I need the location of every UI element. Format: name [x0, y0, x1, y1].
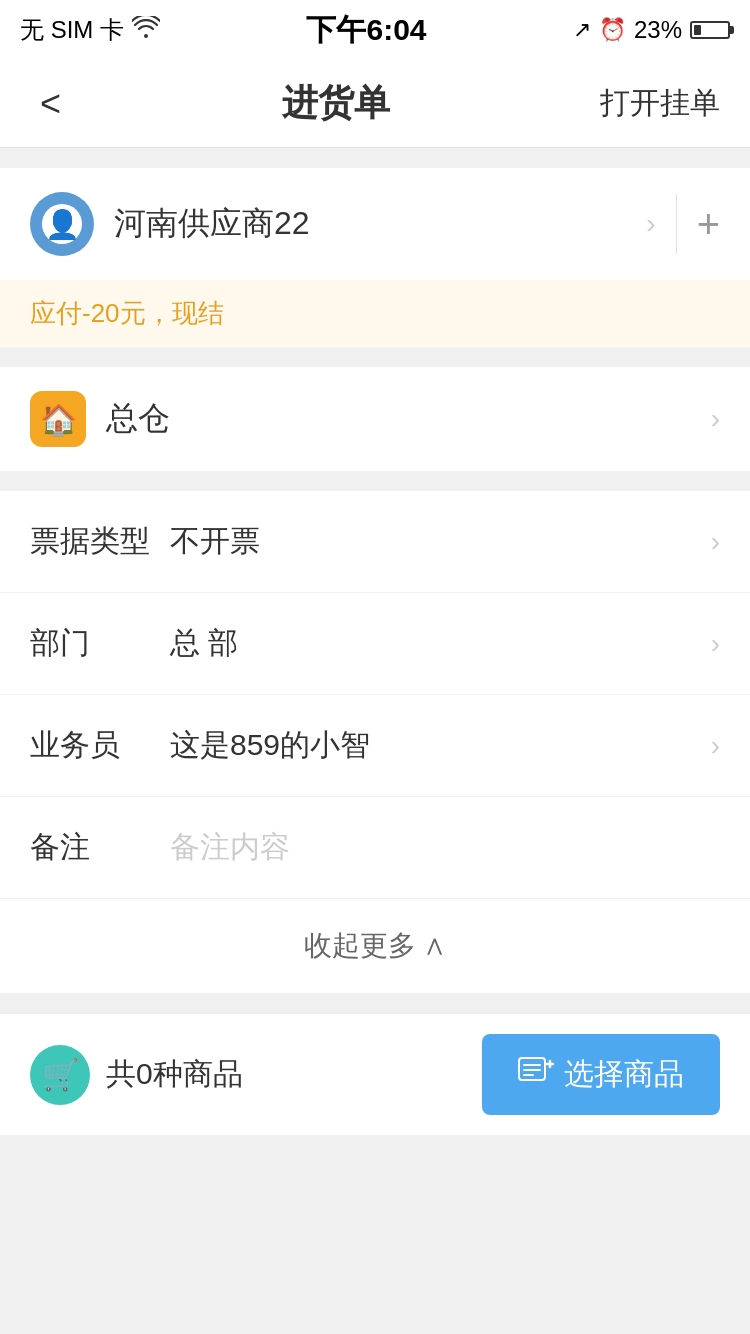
battery-icon: [690, 21, 730, 39]
product-icon: 🛒: [42, 1057, 79, 1092]
nav-bar: < 进货单 打开挂单: [0, 60, 750, 148]
warehouse-icon: 🏠: [40, 402, 77, 437]
product-count-wrap: 🛒 共0种商品: [30, 1045, 243, 1105]
section-gap-1: [0, 347, 750, 367]
supplier-avatar: 👤: [30, 192, 94, 256]
bottom-bar: 🛒 共0种商品 选择商品: [0, 1013, 750, 1135]
dept-value: 总 部: [170, 623, 711, 664]
select-product-button[interactable]: 选择商品: [482, 1034, 720, 1115]
page-fill: [0, 1135, 750, 1334]
supplier-divider: [676, 194, 677, 254]
dept-chevron-icon: ›: [711, 628, 720, 660]
status-left: 无 SIM 卡: [20, 14, 160, 46]
status-right: ↗ ⏰ 23%: [573, 16, 730, 44]
back-button[interactable]: <: [30, 73, 71, 135]
dept-label: 部门: [30, 623, 170, 664]
supplier-row[interactable]: 👤 河南供应商22 › +: [0, 168, 750, 280]
product-count-text: 共0种商品: [106, 1054, 243, 1095]
carrier-label: 无 SIM 卡: [20, 14, 124, 46]
remark-row[interactable]: 备注 备注内容: [0, 797, 750, 898]
supplier-section: 👤 河南供应商22 › + 应付-20元，现结: [0, 168, 750, 347]
warehouse-icon-wrap: 🏠: [30, 391, 86, 447]
notice-text: 应付-20元，现结: [30, 298, 224, 328]
warehouse-name: 总仓: [106, 397, 711, 441]
notice-bar: 应付-20元，现结: [0, 280, 750, 347]
warehouse-chevron-icon: ›: [711, 403, 720, 435]
add-supplier-button[interactable]: +: [697, 202, 720, 247]
supplier-name: 河南供应商22: [114, 202, 646, 246]
invoice-label: 票据类型: [30, 521, 170, 562]
supplier-chevron-icon: ›: [646, 208, 655, 240]
form-section: 票据类型 不开票 › 部门 总 部 › 业务员 这是859的小智 › 备注 备注…: [0, 491, 750, 898]
staff-row[interactable]: 业务员 这是859的小智 ›: [0, 695, 750, 797]
top-divider: [0, 148, 750, 168]
open-pending-button[interactable]: 打开挂单: [600, 83, 720, 124]
battery-percent: 23%: [634, 16, 682, 44]
remark-input[interactable]: 备注内容: [170, 827, 720, 868]
invoice-chevron-icon: ›: [711, 526, 720, 558]
wifi-icon: [132, 16, 160, 44]
page-title: 进货单: [282, 79, 390, 128]
remark-label: 备注: [30, 827, 170, 868]
select-product-icon: [518, 1057, 554, 1092]
dept-row[interactable]: 部门 总 部 ›: [0, 593, 750, 695]
invoice-row[interactable]: 票据类型 不开票 ›: [0, 491, 750, 593]
staff-value: 这是859的小智: [170, 725, 711, 766]
person-icon: 👤: [45, 208, 80, 241]
invoice-value: 不开票: [170, 521, 711, 562]
staff-chevron-icon: ›: [711, 730, 720, 762]
product-icon-wrap: 🛒: [30, 1045, 90, 1105]
staff-label: 业务员: [30, 725, 170, 766]
collapse-button[interactable]: 收起更多 ∧: [0, 899, 750, 993]
status-bar: 无 SIM 卡 下午6:04 ↗ ⏰ 23%: [0, 0, 750, 60]
location-icon: ↗: [573, 17, 591, 43]
warehouse-row[interactable]: 🏠 总仓 ›: [0, 367, 750, 471]
collapse-label: 收起更多 ∧: [304, 927, 447, 965]
collapse-section: 收起更多 ∧: [0, 898, 750, 993]
section-gap-2: [0, 993, 750, 1013]
clock: 下午6:04: [306, 10, 426, 51]
select-product-label: 选择商品: [564, 1054, 684, 1095]
alarm-icon: ⏰: [599, 17, 626, 43]
